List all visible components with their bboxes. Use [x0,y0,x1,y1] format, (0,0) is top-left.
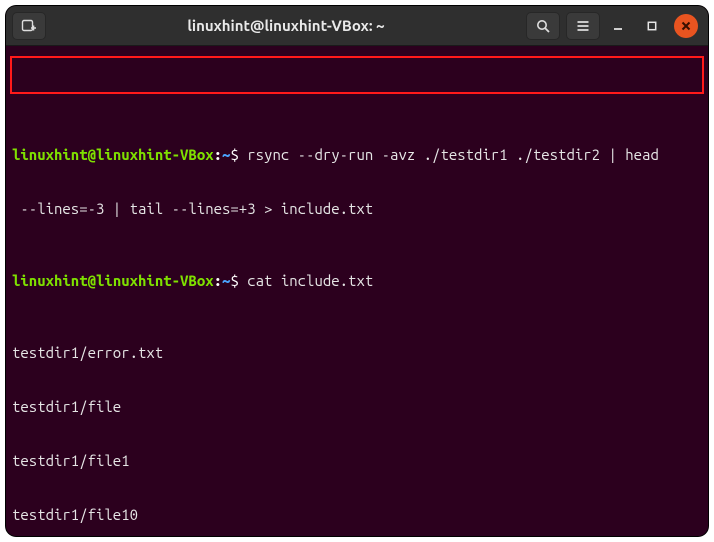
prompt-host: linuxhint-VBox [96,146,214,163]
terminal-viewport[interactable]: linuxhint@linuxhint-VBox:~$ rsync --dry-… [6,46,708,536]
prompt-colon: : [214,272,222,289]
prompt-colon: : [214,146,222,163]
prompt-dollar: $ [230,146,247,163]
search-icon [535,18,551,34]
prompt-at: @ [88,272,96,289]
window-title: linuxhint@linuxhint-VBox: ~ [52,17,520,34]
command-text-wrap: --lines=-3 | tail --lines=+3 > include.t… [12,200,373,217]
command-line-1-wrap: --lines=-3 | tail --lines=+3 > include.t… [6,200,708,218]
output-line: testdir1/file [6,398,708,416]
command-line-2: linuxhint@linuxhint-VBox:~$ cat include.… [6,272,708,290]
maximize-icon [646,20,658,32]
window-controls [606,14,702,38]
titlebar[interactable]: linuxhint@linuxhint-VBox: ~ [6,6,708,46]
new-tab-icon [21,18,37,34]
command-line-1: linuxhint@linuxhint-VBox:~$ rsync --dry-… [6,146,708,164]
output-line: testdir1/file1 [6,452,708,470]
close-icon [680,20,692,32]
prompt-dollar: $ [230,272,247,289]
command-text: rsync --dry-run -avz ./testdir1 ./testdi… [247,146,659,163]
minimize-button[interactable] [606,14,630,38]
hamburger-menu-icon [575,18,591,34]
maximize-button[interactable] [640,14,664,38]
prompt-user: linuxhint [12,146,88,163]
prompt-host: linuxhint-VBox [96,272,214,289]
close-button[interactable] [674,14,698,38]
menu-button[interactable] [566,12,600,40]
prompt-at: @ [88,146,96,163]
prompt-user: linuxhint [12,272,88,289]
terminal-window: linuxhint@linuxhint-VBox: ~ [6,6,708,536]
search-button[interactable] [526,12,560,40]
minimize-icon [612,20,624,32]
command-text: cat include.txt [247,272,373,289]
output-line: testdir1/file10 [6,506,708,524]
output-line: testdir1/error.txt [6,344,708,362]
new-tab-button[interactable] [12,12,46,40]
